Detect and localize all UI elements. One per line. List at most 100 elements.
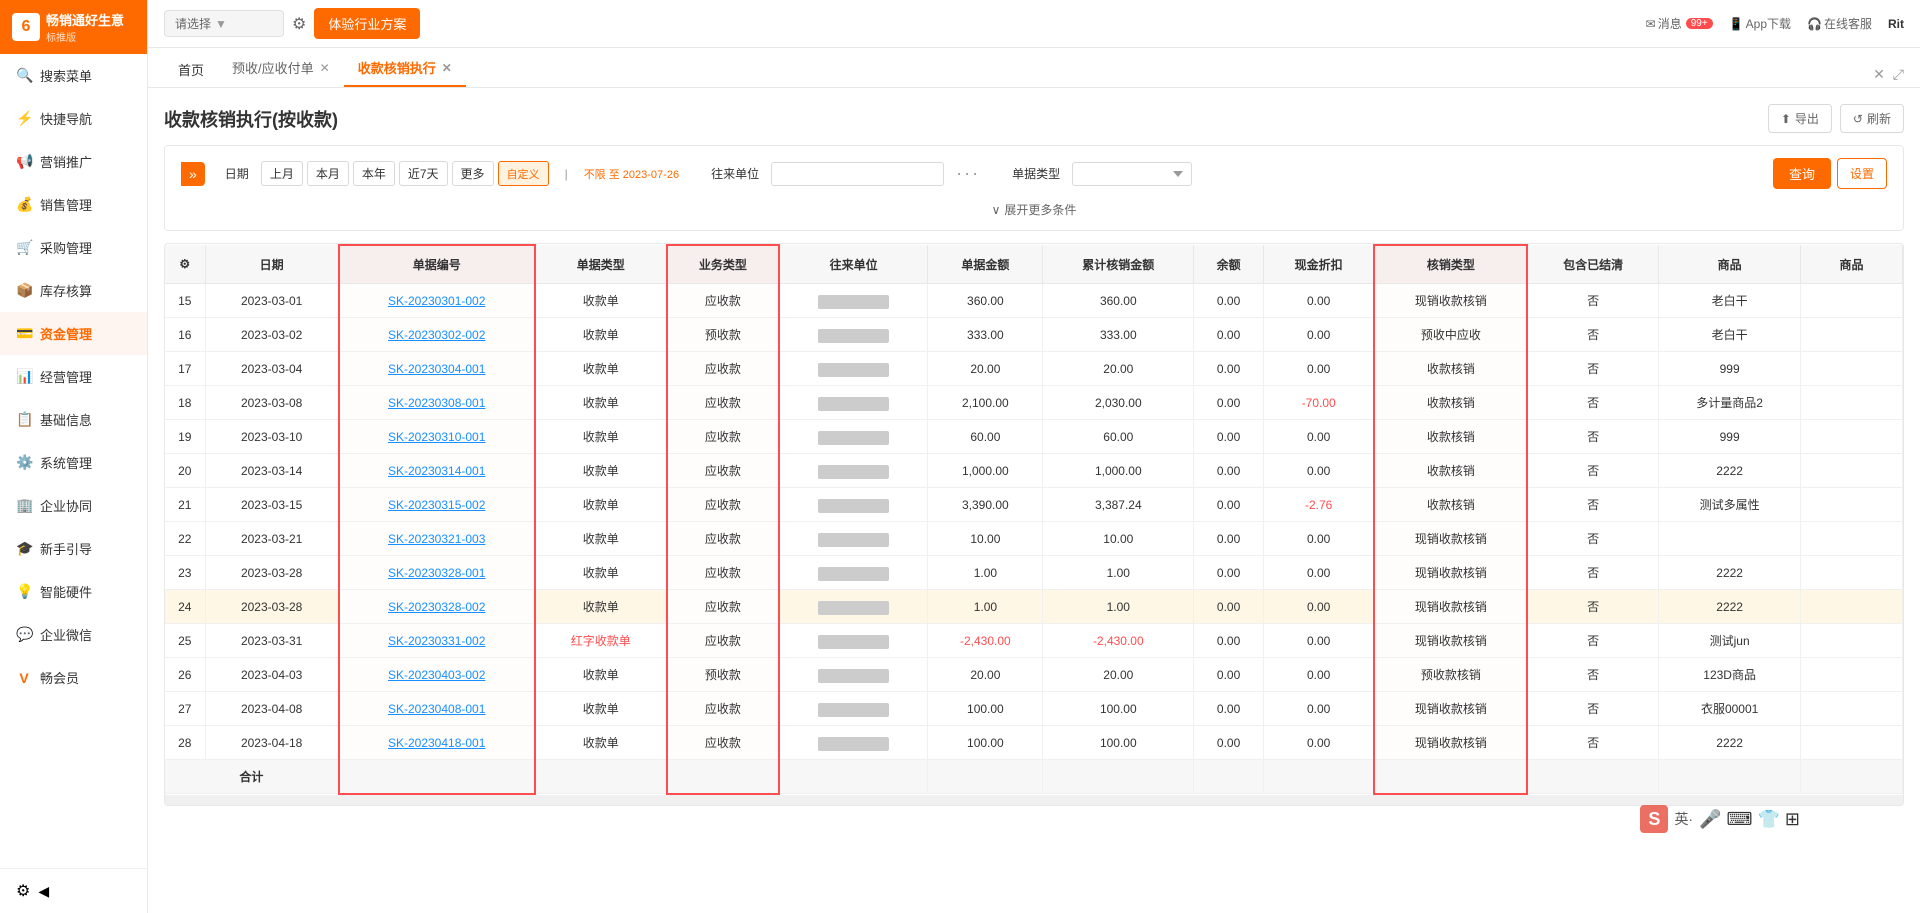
voucher-no-link[interactable]: SK-20230331-002 [388, 634, 485, 648]
refresh-button[interactable]: ↺ 刷新 [1840, 104, 1904, 133]
th-voucher-type[interactable]: 单据类型 [535, 245, 667, 284]
voucher-no-link[interactable]: SK-20230314-001 [388, 464, 485, 478]
app-download-link[interactable]: 📱 App下载 [1729, 15, 1791, 32]
voucher-no-link[interactable]: SK-20230304-001 [388, 362, 485, 376]
th-amount[interactable]: 单据金额 [928, 245, 1043, 284]
voucher-type-select[interactable] [1072, 162, 1192, 186]
settings-topbar-icon[interactable]: ⚙ [292, 14, 306, 34]
sidebar-item-purchase[interactable]: 🛒 采购管理 [0, 226, 147, 269]
voucher-no-link[interactable]: SK-20230315-002 [388, 498, 485, 512]
th-cumulative[interactable]: 累计核销金额 [1043, 245, 1194, 284]
user-name[interactable]: Rit [1888, 17, 1904, 31]
date-btn-this-month[interactable]: 本月 [307, 161, 349, 186]
th-biz-type[interactable]: 业务类型 [667, 245, 779, 284]
sidebar-item-inventory[interactable]: 📦 库存核算 [0, 269, 147, 312]
th-balance[interactable]: 余额 [1194, 245, 1264, 284]
cell-product2 [1801, 488, 1903, 522]
tab-home[interactable]: 首页 [164, 52, 218, 87]
breadcrumb-select[interactable]: 请选择 ▼ [164, 10, 284, 37]
tab-collection-verify[interactable]: 收款核销执行 ✕ [344, 50, 466, 87]
sidebar: 6 畅销通好生意 标推版 🔍 搜索菜单 ⚡ 快捷导航 📢 营销推广 💰 销售管理… [0, 0, 148, 913]
th-product2[interactable]: 商品 [1801, 245, 1903, 284]
tab-collection-verify-close[interactable]: ✕ [442, 61, 452, 75]
th-gear[interactable]: ⚙ [165, 245, 205, 284]
tab-pre-receipt[interactable]: 预收/应收付单 ✕ [218, 50, 344, 87]
solution-button[interactable]: 体验行业方案 [314, 8, 420, 39]
voucher-no-link[interactable]: SK-20230328-001 [388, 566, 485, 580]
filter-toggle-button[interactable]: » [181, 162, 205, 186]
th-date[interactable]: 日期 [205, 245, 339, 284]
th-voucher-no[interactable]: 单据编号 [339, 245, 535, 284]
voucher-no-link[interactable]: SK-20230302-002 [388, 328, 485, 342]
sidebar-item-system[interactable]: ⚙️ 系统管理 [0, 441, 147, 484]
sidebar-item-basic[interactable]: 📋 基础信息 [0, 398, 147, 441]
cell-voucher-type: 收款单 [535, 318, 667, 352]
sidebar-item-finance[interactable]: 💳 资金管理 [0, 312, 147, 355]
sidebar-item-corp[interactable]: 🏢 企业协同 [0, 484, 147, 527]
online-service-link[interactable]: 🎧 在线客服 [1807, 15, 1872, 32]
date-btn-last-month[interactable]: 上月 [261, 161, 303, 186]
table-horizontal-scrollbar[interactable] [165, 795, 1903, 805]
bulb-icon: 💡 [16, 583, 32, 600]
tab-pre-receipt-close[interactable]: ✕ [320, 61, 330, 75]
message-area[interactable]: ✉ 消息 99+ [1646, 15, 1713, 32]
date-btn-this-year[interactable]: 本年 [353, 161, 395, 186]
expand-more-button[interactable]: ∨ 展开更多条件 [992, 201, 1077, 218]
voucher-no-link[interactable]: SK-20230408-001 [388, 702, 485, 716]
voucher-no-link[interactable]: SK-20230308-001 [388, 396, 485, 410]
th-cash-discount[interactable]: 现金折扣 [1263, 245, 1374, 284]
voucher-no-link[interactable]: SK-20230301-002 [388, 294, 485, 308]
sidebar-item-search[interactable]: 🔍 搜索菜单 [0, 54, 147, 97]
cell-voucher-type: 收款单 [535, 726, 667, 760]
sidebar-item-quick[interactable]: ⚡ 快捷导航 [0, 97, 147, 140]
tab-close-all-icon[interactable]: ✕ [1873, 66, 1885, 83]
setting-button[interactable]: 设置 [1837, 158, 1887, 189]
cell-date: 2023-03-01 [205, 284, 339, 318]
cell-date: 2023-03-02 [205, 318, 339, 352]
voucher-no-link[interactable]: SK-20230321-003 [388, 532, 485, 546]
cell-amount: -2,430.00 [928, 624, 1043, 658]
query-button[interactable]: 查询 [1773, 158, 1831, 189]
sidebar-item-member[interactable]: V 畅会员 [0, 656, 147, 699]
export-button[interactable]: ⬆ 导出 [1768, 104, 1832, 133]
cell-amount: 1,000.00 [928, 454, 1043, 488]
footer-balance [1194, 760, 1264, 794]
cell-product2 [1801, 692, 1903, 726]
topbar-left: 请选择 ▼ ⚙ 体验行业方案 [164, 8, 1634, 39]
sidebar-item-wechat[interactable]: 💬 企业微信 [0, 613, 147, 656]
collapse-icon[interactable]: ◀ [38, 883, 49, 900]
cell-product2 [1801, 556, 1903, 590]
th-include-settled[interactable]: 包含已结清 [1527, 245, 1658, 284]
voucher-no-link[interactable]: SK-20230418-001 [388, 736, 485, 750]
voucher-no-link[interactable]: SK-20230403-002 [388, 668, 485, 682]
cell-amount: 1.00 [928, 590, 1043, 624]
cell-no: 28 [165, 726, 205, 760]
table-row: 25 2023-03-31 SK-20230331-002 红字收款单 应收款 … [165, 624, 1903, 658]
data-table: ⚙ 日期 单据编号 单据类型 业务类型 往来单位 单据金额 累计核销金额 余额 … [165, 244, 1903, 795]
sidebar-item-sales[interactable]: 💰 销售管理 [0, 183, 147, 226]
voucher-no-link[interactable]: SK-20230310-001 [388, 430, 485, 444]
cell-voucher-type: 收款单 [535, 454, 667, 488]
voucher-no-link[interactable]: SK-20230328-002 [388, 600, 485, 614]
th-partner[interactable]: 往来单位 [779, 245, 928, 284]
clipboard-icon: 📋 [16, 411, 32, 428]
cell-cumulative: 10.00 [1043, 522, 1194, 556]
date-btn-custom[interactable]: 自定义 [498, 161, 549, 186]
sidebar-item-marketing[interactable]: 📢 营销推广 [0, 140, 147, 183]
sidebar-item-operation[interactable]: 📊 经营管理 [0, 355, 147, 398]
cell-voucher-no: SK-20230403-002 [339, 658, 535, 692]
cell-partner: ████████ [779, 590, 928, 624]
cell-balance: 0.00 [1194, 522, 1264, 556]
partner-input[interactable] [771, 162, 944, 186]
date-btn-more[interactable]: 更多 [452, 161, 494, 186]
settings-bottom-icon[interactable]: ⚙ [16, 881, 30, 901]
tab-expand-icon[interactable]: ⤢ [1893, 66, 1904, 83]
cell-cumulative: 60.00 [1043, 420, 1194, 454]
sidebar-item-guide[interactable]: 🎓 新手引导 [0, 527, 147, 570]
sidebar-item-hardware[interactable]: 💡 智能硬件 [0, 570, 147, 613]
th-verify-type[interactable]: 核销类型 [1374, 245, 1527, 284]
date-btn-7days[interactable]: 近7天 [399, 161, 448, 186]
table-row: 23 2023-03-28 SK-20230328-001 收款单 应收款 ██… [165, 556, 1903, 590]
th-product1[interactable]: 商品 [1659, 245, 1801, 284]
cell-voucher-no: SK-20230315-002 [339, 488, 535, 522]
